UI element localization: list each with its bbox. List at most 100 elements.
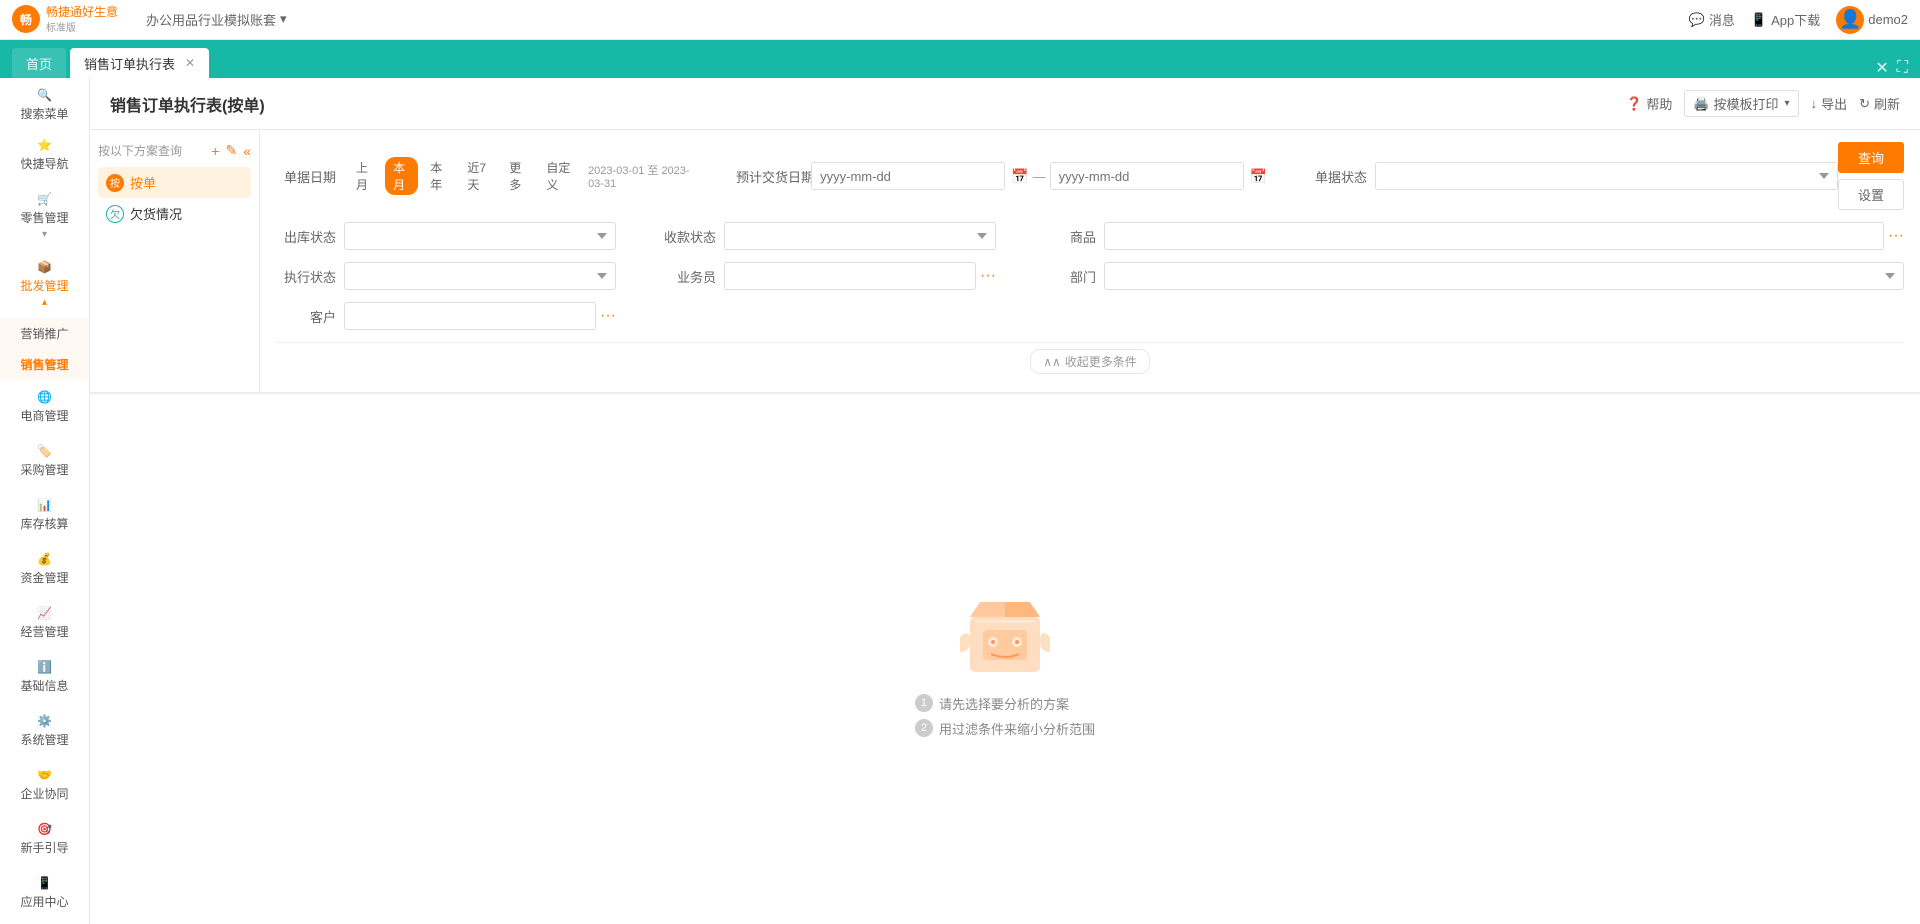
scheme-edit-icon[interactable]: ✎ xyxy=(225,142,237,159)
filter-row-2: 出库状态 收款状态 商品 xyxy=(276,222,1904,250)
sidebar-item-wechat[interactable]: 💬 企业微信 xyxy=(0,920,89,924)
exec-status-select[interactable] xyxy=(344,262,616,290)
delivery-date-from[interactable] xyxy=(811,162,1005,190)
finance-icon: 💰 xyxy=(37,552,52,566)
date-tab-自定义[interactable]: 自定义 xyxy=(538,157,580,195)
export-button[interactable]: ↓ 导出 xyxy=(1811,94,1848,113)
help-icon: ❓ xyxy=(1626,96,1642,112)
dept-label: 部门 xyxy=(1036,267,1096,286)
query-button[interactable]: 查询 xyxy=(1838,142,1904,173)
avatar: 👤 xyxy=(1836,6,1864,34)
tab-sales-order-exec[interactable]: 销售订单执行表 ✕ xyxy=(70,48,209,78)
calendar-from-icon[interactable]: 📅 xyxy=(1011,168,1028,185)
print-dropdown-icon: ▾ xyxy=(1785,98,1790,109)
date-tabs: 上月 本月 本年 近7天 更多 自定义 xyxy=(348,157,580,195)
tab-bar-right: ✕ ⛶ xyxy=(1875,58,1908,78)
inventory-icon: 📊 xyxy=(37,498,52,512)
date-range-label: 2023-03-01 至 2023-03-31 xyxy=(588,162,696,190)
tab-close-window-icon[interactable]: ✕ xyxy=(1875,58,1888,78)
help-button[interactable]: ❓ 帮助 xyxy=(1626,94,1672,113)
quick-nav-label: 快捷导航 xyxy=(20,155,68,172)
print-icon: 🖨️ xyxy=(1693,96,1709,112)
product-more-icon[interactable]: ··· xyxy=(1888,227,1904,245)
sidebar-item-retail-mgmt[interactable]: 🛒 零售管理 ▾ xyxy=(0,182,89,250)
scheme-item-按单[interactable]: 按 按单 xyxy=(98,167,251,198)
ops-label: 经营管理 xyxy=(20,623,68,640)
salesperson-more-icon[interactable]: ··· xyxy=(980,267,996,285)
message-icon: 💬 xyxy=(1689,12,1705,28)
sidebar-item-finance[interactable]: 💰 资金管理 xyxy=(0,542,89,596)
search-menu-item[interactable]: 🔍 搜索菜单 xyxy=(0,78,89,128)
app-center-icon: 📱 xyxy=(37,876,52,890)
wholesale-sub-menu: 营销推广 销售管理 xyxy=(0,318,89,380)
settings-button[interactable]: 设置 xyxy=(1838,179,1904,210)
sidebar-item-app-center[interactable]: 📱 应用中心 xyxy=(0,866,89,920)
empty-hints: 1 请先选择要分析的方案 2 用过滤条件来缩小分析范围 xyxy=(915,694,1095,738)
app-download-button[interactable]: 📱 App下载 xyxy=(1751,10,1820,29)
inventory-label: 库存核算 xyxy=(20,515,68,532)
content-area: 销售订单执行表(按单) ❓ 帮助 🖨️ 按模板打印 ▾ ↓ 导出 ↻ 刷新 xyxy=(90,78,1920,924)
exec-status-label: 执行状态 xyxy=(276,267,336,286)
salesperson-input[interactable] xyxy=(724,262,976,290)
calendar-to-icon[interactable]: 📅 xyxy=(1250,168,1267,185)
stock-status-select[interactable] xyxy=(344,222,616,250)
empty-svg-illustration xyxy=(955,582,1055,682)
tab-home[interactable]: 首页 xyxy=(12,48,66,78)
dept-select[interactable] xyxy=(1104,262,1904,290)
filter-field-salesperson: 业务员 ··· xyxy=(656,262,996,290)
filter-field-product: 商品 ··· xyxy=(1036,222,1904,250)
basic-info-icon: ℹ️ xyxy=(37,660,52,674)
empty-illustration xyxy=(955,582,1055,682)
enterprise-label: 企业协同 xyxy=(20,785,68,802)
date-tab-更多[interactable]: 更多 xyxy=(501,157,534,195)
date-tab-上月[interactable]: 上月 xyxy=(348,157,381,195)
export-label: 导出 xyxy=(1821,94,1847,113)
delivery-date-to[interactable] xyxy=(1050,162,1244,190)
scheme-add-icon[interactable]: + xyxy=(211,143,219,159)
product-input[interactable] xyxy=(1104,222,1884,250)
sidebar-item-ops[interactable]: 📈 经营管理 xyxy=(0,596,89,650)
date-tab-本年[interactable]: 本年 xyxy=(422,157,455,195)
logo-text-group: 畅捷通好生意 标准版 xyxy=(46,5,118,34)
customer-input[interactable] xyxy=(344,302,596,330)
sidebar-item-purchase[interactable]: 🏷️ 采购管理 xyxy=(0,434,89,488)
payment-status-select[interactable] xyxy=(724,222,996,250)
sidebar-item-marketing[interactable]: 营销推广 xyxy=(0,318,89,349)
enterprise-icon: 🤝 xyxy=(37,768,52,782)
sidebar-item-ecom[interactable]: 🌐 电商管理 xyxy=(0,380,89,434)
date-tab-本月[interactable]: 本月 xyxy=(385,157,418,195)
purchase-label: 采购管理 xyxy=(20,461,68,478)
filter-field-date: 单据日期 上月 本月 本年 近7天 更多 自定义 2023-03-01 至 20… xyxy=(276,157,696,195)
username-label: demo2 xyxy=(1868,12,1908,27)
doc-status-select[interactable] xyxy=(1375,162,1838,190)
search-menu-label: 搜索菜单 xyxy=(20,105,68,122)
user-avatar-area[interactable]: 👤 demo2 xyxy=(1836,6,1908,34)
tab-expand-icon[interactable]: ⛶ xyxy=(1897,59,1908,77)
logo-area: 畅 畅捷通好生意 标准版 xyxy=(12,5,118,34)
collapse-button[interactable]: ∧∧ 收起更多条件 xyxy=(1030,349,1150,374)
sidebar-item-wholesale-mgmt[interactable]: 📦 批发管理 ▴ xyxy=(0,250,89,318)
product-label: 商品 xyxy=(1036,227,1096,246)
payment-status-label: 收款状态 xyxy=(656,227,716,246)
tab-close-icon[interactable]: ✕ xyxy=(185,56,195,70)
scheme-collapse-icon[interactable]: « xyxy=(243,143,251,159)
filter-row-4: 客户 ··· xyxy=(276,302,1904,330)
sidebar-item-sys[interactable]: ⚙️ 系统管理 xyxy=(0,704,89,758)
search-icon: 🔍 xyxy=(37,88,52,102)
sidebar-item-quick-nav[interactable]: ⭐ 快捷导航 xyxy=(0,128,89,182)
sidebar-item-new-guide[interactable]: 🎯 新手引导 xyxy=(0,812,89,866)
refresh-button[interactable]: ↻ 刷新 xyxy=(1859,94,1900,113)
scheme-item-icon-欠货情况: 欠 xyxy=(106,205,124,223)
new-guide-label: 新手引导 xyxy=(20,839,68,856)
sidebar-item-sales-mgmt[interactable]: 销售管理 xyxy=(0,349,89,380)
template-print-button[interactable]: 🖨️ 按模板打印 ▾ xyxy=(1684,90,1798,117)
sidebar-item-enterprise[interactable]: 🤝 企业协同 xyxy=(0,758,89,812)
breadcrumb-dropdown-icon[interactable]: ▾ xyxy=(280,11,287,27)
customer-more-icon[interactable]: ··· xyxy=(600,307,616,325)
date-tab-近7天[interactable]: 近7天 xyxy=(459,157,497,195)
sidebar-item-basic-info[interactable]: ℹ️ 基础信息 xyxy=(0,650,89,704)
message-label: 消息 xyxy=(1709,10,1735,29)
message-button[interactable]: 💬 消息 xyxy=(1689,10,1735,29)
sidebar-item-inventory[interactable]: 📊 库存核算 xyxy=(0,488,89,542)
scheme-item-欠货情况[interactable]: 欠 欠货情况 xyxy=(98,198,251,229)
